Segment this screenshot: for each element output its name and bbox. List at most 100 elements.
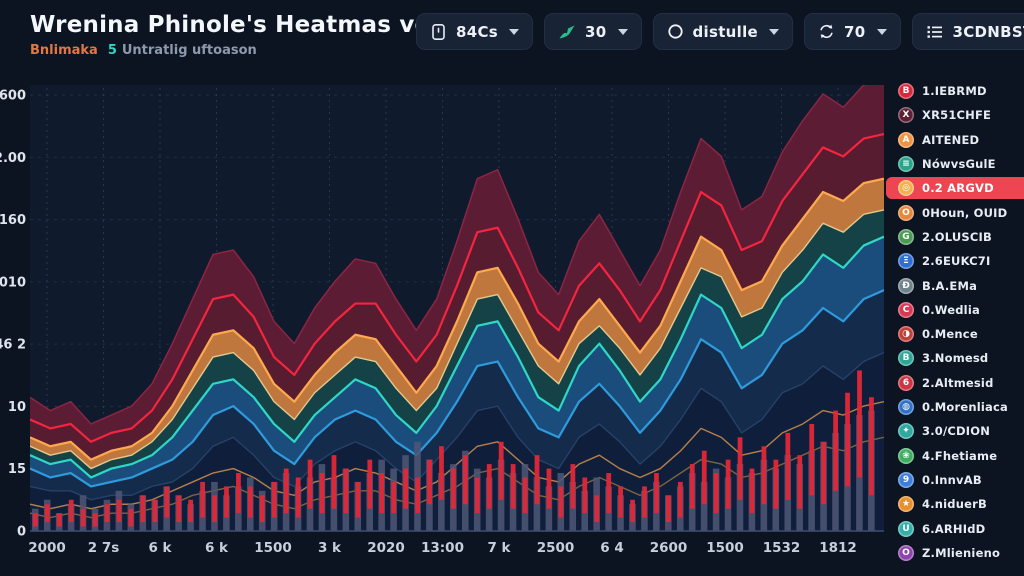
candle-bar [140, 495, 146, 523]
legend-item[interactable]: ◑ 0.Mence [886, 323, 1024, 345]
circle-icon [667, 24, 683, 39]
trend-dropdown-label: 30 [585, 22, 607, 41]
candle-bar [259, 495, 265, 523]
marker-dropdown-label: distulle [692, 22, 759, 41]
list-dropdown-label: 3CDNBSTSMIOn [952, 22, 1024, 41]
coin-icon: O [898, 544, 914, 561]
candle-bar [152, 499, 158, 523]
candle-bar [116, 499, 122, 523]
volume-area-chart[interactable]: 1600 2.00 160 3010 46 2 10 15 02000 2 7s 6 k 6 k 15… [0, 78, 886, 576]
candle-bar [869, 397, 874, 496]
candle-bar [56, 513, 62, 527]
y-tick-label: 46 2 [0, 338, 26, 353]
legend-item-label: AITENED [922, 132, 980, 147]
legend-item[interactable]: X XR51CHFE [886, 104, 1024, 126]
candle-bar [92, 513, 98, 527]
candle-bar [104, 504, 110, 523]
x-tick-label: 6 4 [600, 540, 624, 556]
legend-item-label: 0.Morenliaca [922, 400, 1008, 415]
marker-dropdown[interactable]: distulle [652, 13, 794, 50]
coin-icon: B [898, 350, 914, 367]
legend-item[interactable]: 9 0.InnvAB [886, 469, 1024, 491]
candle-bar [343, 468, 349, 514]
candle-bar [271, 481, 277, 518]
chevron-down-icon [769, 28, 780, 35]
candle-bar [737, 437, 743, 500]
x-tick-label: 6 k [148, 540, 172, 556]
legend-item[interactable]: ★ 4.niduerB [886, 493, 1024, 515]
legend-item-label: 1.IEBRMD [922, 84, 987, 98]
x-tick-label: 2020 [367, 540, 405, 556]
trend-dropdown[interactable]: 30 [544, 13, 642, 50]
candle-bar [498, 441, 504, 500]
coin-icon: ✦ [898, 423, 914, 440]
candle-bar [355, 481, 361, 518]
coin-icon: ❀ [898, 447, 914, 464]
x-tick-label: 3 k [318, 540, 342, 556]
candle-bar [630, 499, 635, 523]
candle-bar [522, 477, 528, 514]
legend-item[interactable]: B 3.Nomesd [886, 347, 1024, 369]
x-tick-label: 7 k [487, 540, 511, 556]
candle-bar [797, 455, 803, 509]
x-tick-label: 2500 [537, 540, 575, 556]
candle-bar [128, 508, 134, 527]
legend-item[interactable]: C 0.Wedlia [886, 299, 1024, 321]
candle-bar [319, 473, 325, 514]
legend-item[interactable]: ≡ NówvsGulE [886, 153, 1024, 175]
candle-bar [188, 499, 194, 523]
candle-bar [534, 455, 540, 505]
legend-item-label: 0Houn, OUID [922, 205, 1008, 220]
legend-item[interactable]: Ð B.A.EMa [886, 275, 1024, 297]
candle-bar [176, 495, 182, 523]
legend-item[interactable]: O Z.Mlienieno [886, 542, 1024, 564]
legend-item[interactable]: ✦ 3.0/CDION [886, 420, 1024, 442]
coin-icon: 6 [898, 374, 914, 391]
coin-icon: ★ [898, 496, 914, 513]
legend-item[interactable]: B 1.IEBRMD [886, 80, 1024, 102]
x-tick-label: 13:00 [421, 540, 464, 556]
legend-item-label: 6.ARHIdD [922, 521, 986, 536]
legend-item-label: 2.6EUKC7I [922, 254, 991, 269]
list-dropdown[interactable]: 3CDNBSTSMIOn [911, 13, 1024, 50]
candle-bar [439, 446, 444, 500]
candle-bar [713, 473, 719, 514]
legend-item[interactable]: Ξ 2.6EUKC7I [886, 250, 1024, 272]
trend-arrow-icon [559, 25, 575, 38]
legend-item-label: 2.Altmesid [922, 375, 994, 390]
candle-bar [403, 468, 409, 509]
candle-bar [68, 499, 74, 523]
coin-icon: Ξ [898, 253, 914, 270]
chevron-down-icon [876, 28, 887, 35]
candle-bar [462, 455, 468, 505]
legend-item[interactable]: ❀ 4.Fhetiame [886, 445, 1024, 467]
coin-icon: X [898, 107, 914, 124]
coin-icon: ◑ [898, 326, 914, 343]
legend-item[interactable]: O 0Houn, OUID [886, 202, 1024, 224]
candle-bar [391, 481, 397, 514]
y-tick-label: 3010 [0, 275, 26, 290]
candle-bar [236, 473, 241, 514]
refresh-dropdown[interactable]: 70 [804, 13, 901, 50]
coin-icon: 9 [898, 472, 914, 488]
legend-item-label: NówvsGulE [922, 156, 996, 171]
candle-bar [415, 477, 420, 514]
legend-item[interactable]: ◍ 0.Morenliaca [886, 396, 1024, 418]
coin-icon: C [898, 301, 914, 318]
device-dropdown[interactable]: 84Cs [416, 13, 534, 50]
legend-item[interactable]: 6 2.Altmesid [886, 372, 1024, 394]
candle-bar [33, 513, 38, 527]
legend-item[interactable]: ◎ 0.2 ARGVD [886, 177, 1024, 200]
legend-item[interactable]: U 6.ARHIdD [886, 518, 1024, 540]
y-tick-label: 10 [8, 400, 26, 415]
candle-bar [427, 459, 432, 505]
candle-bar [689, 464, 695, 509]
coin-icon: B [898, 83, 914, 99]
coin-icon: ◍ [898, 399, 914, 416]
candle-bar [857, 370, 862, 478]
candle-bar [845, 392, 850, 487]
candle-bar [80, 508, 86, 527]
device-dropdown-label: 84Cs [456, 22, 499, 41]
legend-item[interactable]: G 2.OLUSCIB [886, 226, 1024, 248]
legend-item[interactable]: A AITENED [886, 129, 1024, 151]
